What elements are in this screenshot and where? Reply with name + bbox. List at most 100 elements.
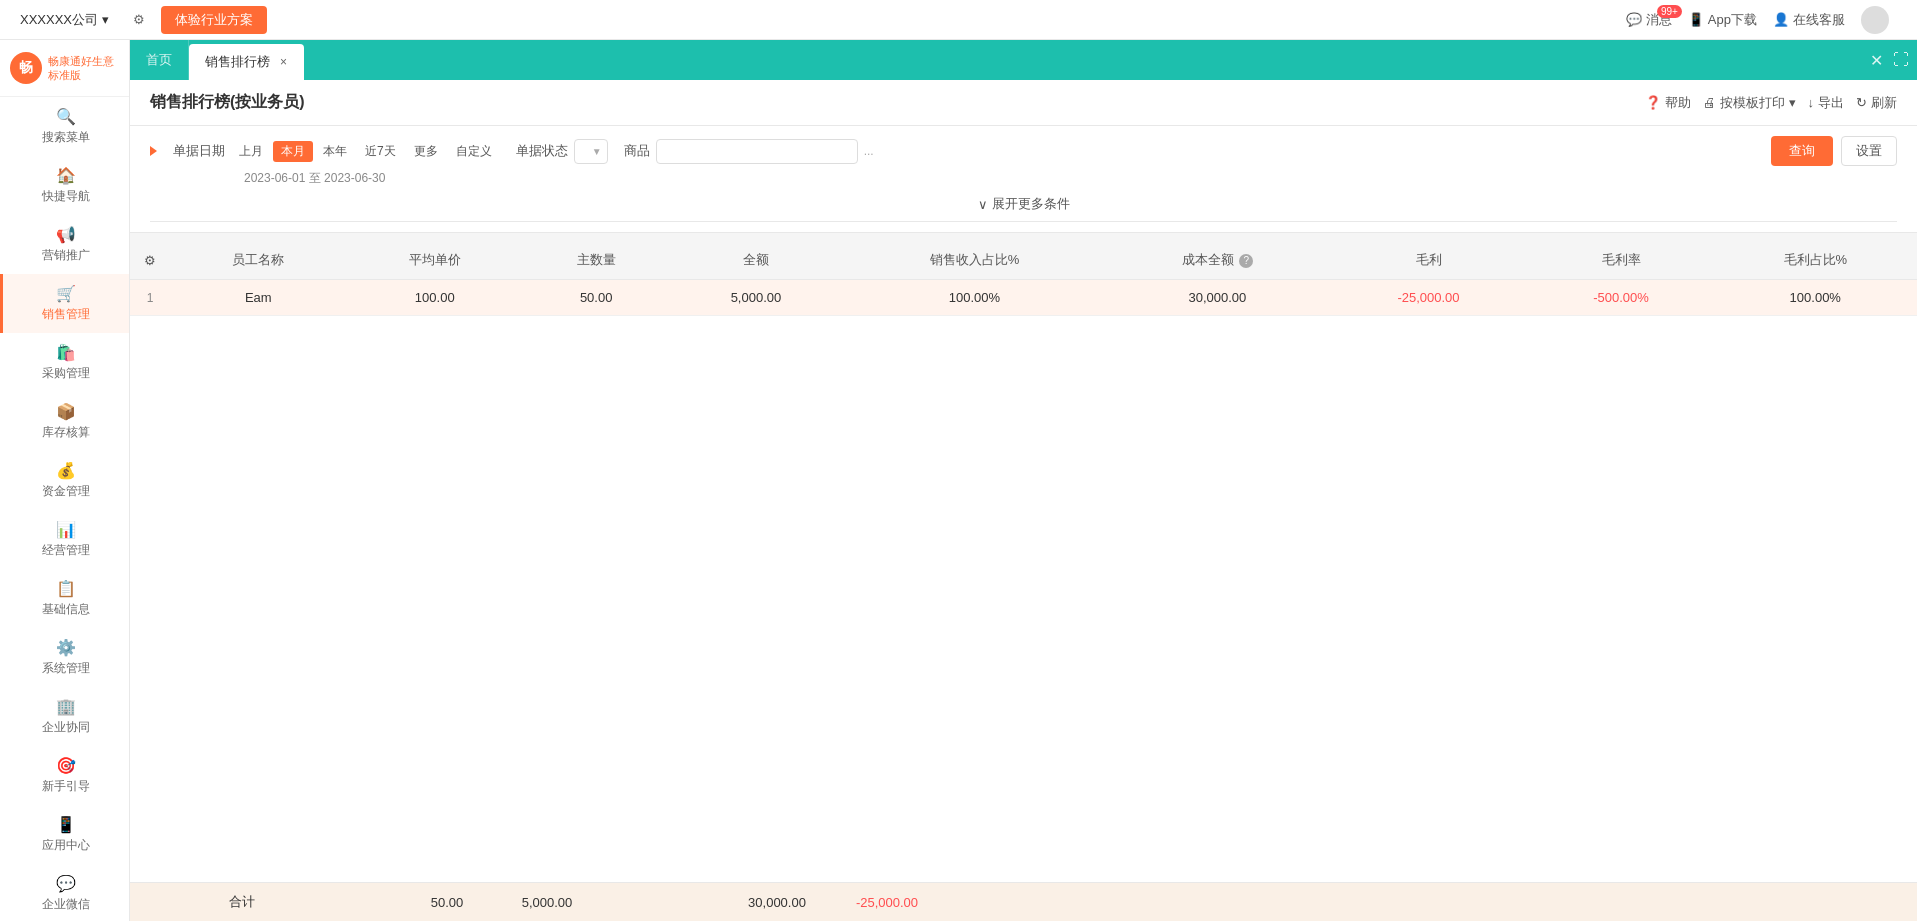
date-tab-prev-month[interactable]: 上月 [231, 141, 271, 162]
sidebar-item-quick-nav[interactable]: 🏠 快捷导航 [0, 156, 129, 215]
main-container: 畅 畅康通好生意 标准版 🔍 搜索菜单 🏠 快捷导航 📢 营销推广 🛒 销售管理… [0, 40, 1917, 921]
sidebar-item-label: 采购管理 [42, 365, 90, 382]
sidebar-item-label: 资金管理 [42, 483, 90, 500]
tab-close-window-icon[interactable]: ✕ [1870, 51, 1883, 70]
table-header-row: ⚙ 员工名称 平均单价 主数量 全额 销售收入占比% 成本全额 ? 毛利 [130, 241, 1917, 280]
cost-info-icon[interactable]: ? [1239, 254, 1253, 268]
filter-area: 单据日期 上月 本月 本年 近7天 更多 自定义 单据状态 [130, 126, 1917, 233]
settings-button[interactable]: 设置 [1841, 136, 1897, 166]
data-table: ⚙ 员工名称 平均单价 主数量 全额 销售收入占比% 成本全额 ? 毛利 [130, 241, 1917, 316]
footer-label: 合计 [182, 893, 302, 911]
finance-icon: 💰 [56, 461, 76, 480]
col-settings[interactable]: ⚙ [130, 241, 170, 280]
tab-bar-right: ✕ ⛶ [1870, 40, 1917, 80]
sidebar-item-label: 基础信息 [42, 601, 90, 618]
company-name: XXXXXX公司 [20, 11, 98, 29]
sidebar-item-operation[interactable]: 📊 经营管理 [0, 510, 129, 569]
tab-close-btn[interactable]: × [280, 55, 287, 69]
filter-toggle-btn[interactable] [150, 146, 157, 156]
expand-label: 展开更多条件 [992, 195, 1070, 213]
sidebar-item-marketing[interactable]: 📢 营销推广 [0, 215, 129, 274]
print-btn[interactable]: 🖨 按模板打印 ▾ [1703, 94, 1796, 112]
cell-cost: 30,000.00 [1106, 280, 1328, 316]
expand-more-btn[interactable]: ∨ 展开更多条件 [978, 195, 1070, 213]
sidebar-item-inventory[interactable]: 📦 库存核算 [0, 392, 129, 451]
filter-row: 单据日期 上月 本月 本年 近7天 更多 自定义 单据状态 [150, 136, 1897, 166]
tab-home-label: 首页 [146, 51, 172, 69]
status-select-wrapper[interactable] [574, 139, 608, 164]
date-tab-7days[interactable]: 近7天 [357, 141, 404, 162]
cell-qty: 50.00 [523, 280, 669, 316]
sidebar-item-app-center[interactable]: 📱 应用中心 [0, 805, 129, 864]
table-footer: 合计 50.00 5,000.00 30,000.00 -25,000.00 [130, 882, 1917, 921]
refresh-btn[interactable]: ↻ 刷新 [1856, 94, 1897, 112]
online-service-btn[interactable]: 👤 在线客服 [1773, 11, 1845, 29]
cell-sales-pct: 100.00% [843, 280, 1107, 316]
sidebar-item-purchase[interactable]: 🛍️ 采购管理 [0, 333, 129, 392]
home-icon: 🏠 [56, 166, 76, 185]
help-btn[interactable]: ❓ 帮助 [1645, 94, 1691, 112]
date-tab-custom[interactable]: 自定义 [448, 141, 500, 162]
header-settings-btn[interactable]: ⚙ [125, 6, 153, 34]
col-gross-pct: 毛利占比% [1714, 241, 1917, 280]
sidebar: 畅 畅康通好生意 标准版 🔍 搜索菜单 🏠 快捷导航 📢 营销推广 🛒 销售管理… [0, 40, 130, 921]
sidebar-item-sales[interactable]: 🛒 销售管理 [0, 274, 129, 333]
tab-home[interactable]: 首页 [130, 40, 189, 80]
date-tab-current-month[interactable]: 本月 [273, 141, 313, 162]
company-selector[interactable]: XXXXXX公司 ▾ [12, 7, 117, 33]
sidebar-item-newbie[interactable]: 🎯 新手引导 [0, 746, 129, 805]
app-download-btn[interactable]: 📱 App下载 [1688, 11, 1757, 29]
expand-icon: ∨ [978, 197, 988, 212]
user-avatar[interactable] [1861, 6, 1889, 34]
system-icon: ⚙️ [56, 638, 76, 657]
sidebar-item-search[interactable]: 🔍 搜索菜单 [0, 97, 129, 156]
sales-icon: 🛒 [56, 284, 76, 303]
print-dropdown-icon: ▾ [1789, 95, 1796, 110]
date-label: 单据日期 [173, 142, 225, 160]
goods-input[interactable] [656, 139, 858, 164]
query-button[interactable]: 查询 [1771, 136, 1833, 166]
date-tabs: 上月 本月 本年 近7天 更多 自定义 [231, 141, 500, 162]
sidebar-item-label: 企业微信 [42, 896, 90, 913]
cell-avg-price: 100.00 [347, 280, 524, 316]
trial-button[interactable]: 体验行业方案 [161, 6, 267, 34]
tab-sales-ranking[interactable]: 销售排行榜 × [189, 44, 304, 80]
inventory-icon: 📦 [56, 402, 76, 421]
sidebar-item-label: 营销推广 [42, 247, 90, 264]
export-icon: ↓ [1808, 95, 1815, 110]
goods-filter: 商品 ... [624, 139, 874, 164]
sidebar-logo: 畅 畅康通好生意 标准版 [0, 40, 129, 97]
status-filter: 单据状态 [516, 139, 608, 164]
export-btn[interactable]: ↓ 导出 [1808, 94, 1845, 112]
col-avg-price: 平均单价 [347, 241, 524, 280]
sidebar-item-label: 搜索菜单 [42, 129, 90, 146]
goods-more-icon[interactable]: ... [864, 144, 874, 158]
sidebar-item-wechat[interactable]: 💬 企业微信 [0, 864, 129, 921]
column-settings-icon[interactable]: ⚙ [144, 253, 156, 268]
cell-gross-rate: -500.00% [1529, 280, 1714, 316]
goods-label: 商品 [624, 142, 650, 160]
expand-more-row: ∨ 展开更多条件 [150, 187, 1897, 222]
date-tab-more[interactable]: 更多 [406, 141, 446, 162]
online-service-label: 在线客服 [1793, 11, 1845, 29]
col-gross: 毛利 [1328, 241, 1528, 280]
top-right-area: 💬 消息 99+ 📱 App下载 👤 在线客服 [1626, 6, 1905, 34]
logo-icon: 畅 [10, 52, 42, 84]
status-select[interactable] [574, 139, 608, 164]
sidebar-item-finance[interactable]: 💰 资金管理 [0, 451, 129, 510]
sidebar-item-enterprise[interactable]: 🏢 企业协同 [0, 687, 129, 746]
sidebar-item-label: 应用中心 [42, 837, 90, 854]
date-tab-current-year[interactable]: 本年 [315, 141, 355, 162]
download-icon: 📱 [1688, 12, 1704, 27]
sidebar-item-system[interactable]: ⚙️ 系统管理 [0, 628, 129, 687]
page-title: 销售排行榜(按业务员) [150, 92, 305, 113]
notification-btn[interactable]: 💬 消息 99+ [1626, 11, 1672, 29]
tab-maximize-icon[interactable]: ⛶ [1893, 51, 1909, 69]
help-label: 帮助 [1665, 94, 1691, 112]
cell-name: Eam [170, 280, 347, 316]
refresh-icon: ↻ [1856, 95, 1867, 110]
app-download-label: App下载 [1708, 11, 1757, 29]
app-center-icon: 📱 [56, 815, 76, 834]
sidebar-item-base-info[interactable]: 📋 基础信息 [0, 569, 129, 628]
help-icon: ❓ [1645, 95, 1661, 110]
